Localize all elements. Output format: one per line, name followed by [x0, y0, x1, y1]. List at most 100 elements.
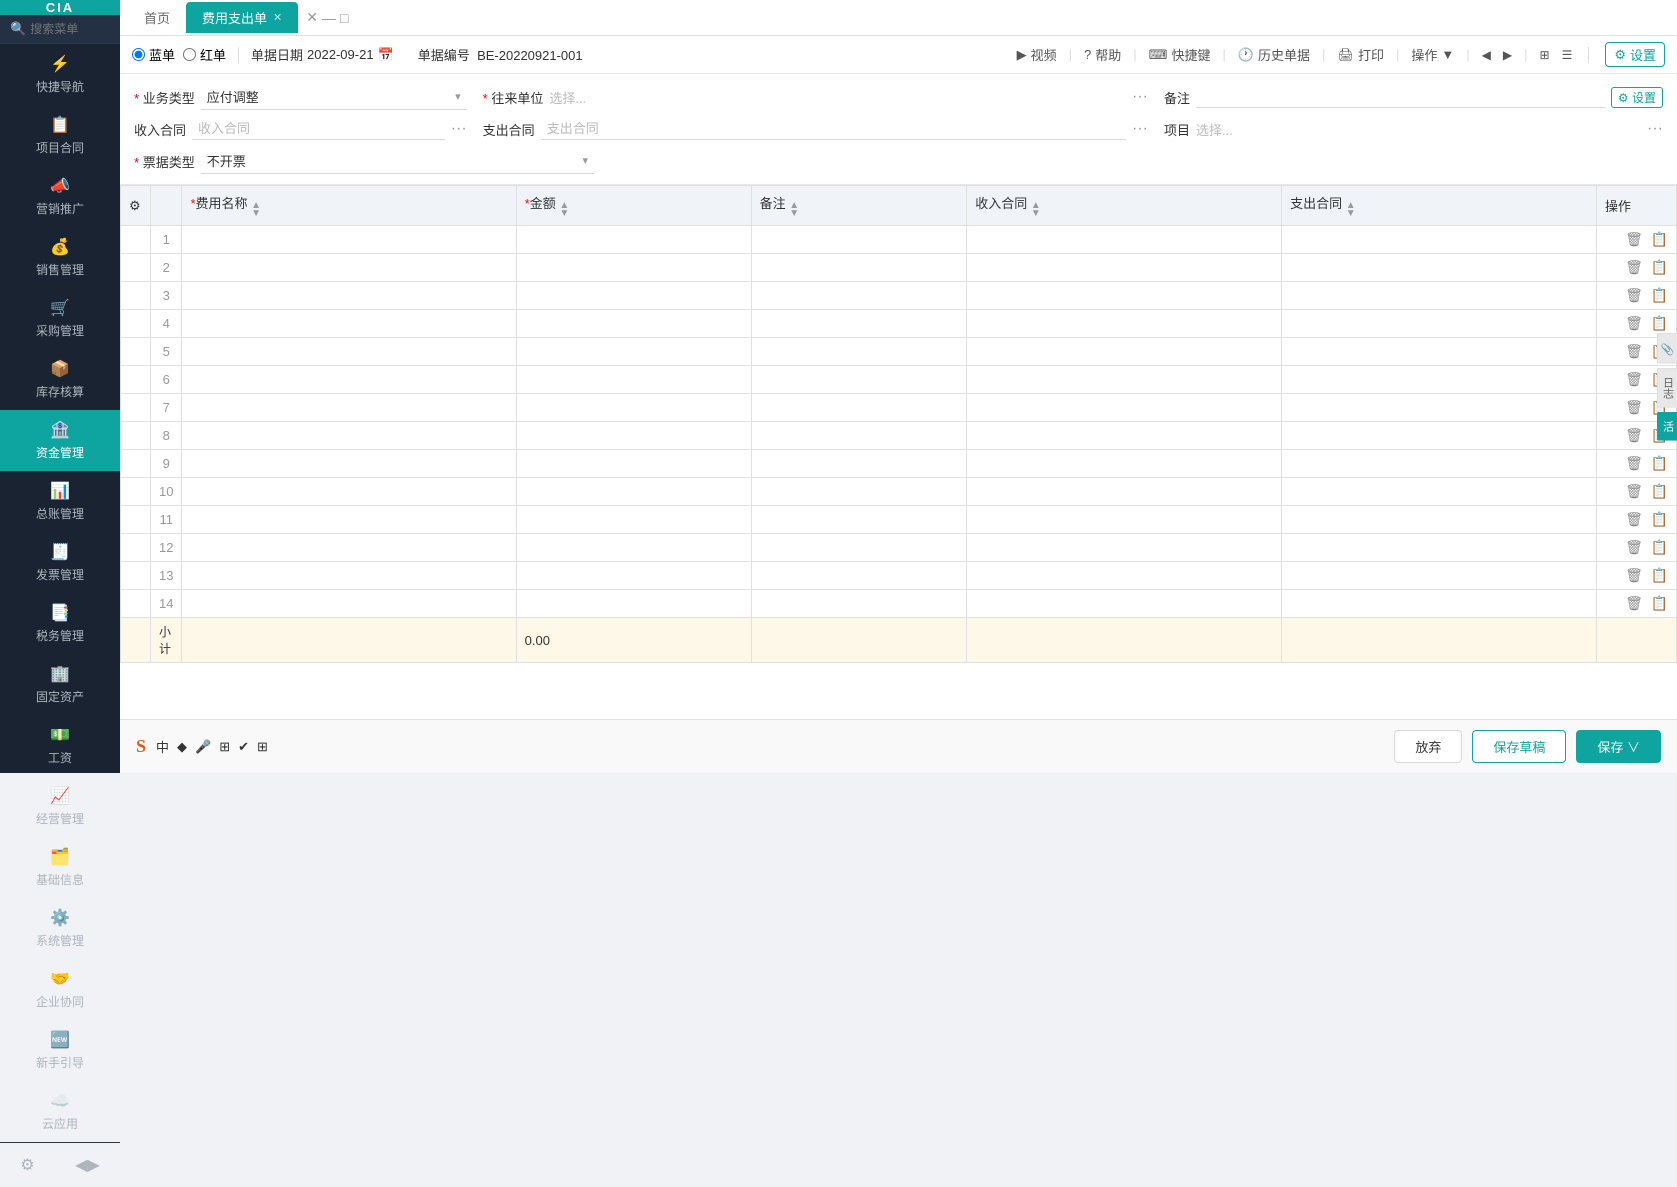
save-draft-button[interactable]: 保存草稿: [1472, 730, 1566, 763]
expense-name-cell[interactable]: [182, 394, 516, 422]
income-contract-cell[interactable]: [967, 394, 1282, 422]
sidebar-search-bar[interactable]: 🔍: [0, 15, 120, 44]
amount-cell[interactable]: [516, 478, 751, 506]
sidebar-item-new-guide[interactable]: 🆕 新手引导: [0, 1020, 120, 1081]
sidebar-item-fixed-assets[interactable]: 🏢 固定资产: [0, 654, 120, 715]
income-contract-cell[interactable]: [967, 366, 1282, 394]
copy-row-icon[interactable]: 📋: [1651, 231, 1668, 247]
expense-name-cell[interactable]: [182, 450, 516, 478]
amount-cell[interactable]: [516, 338, 751, 366]
business-type-select[interactable]: 应付调整 ▾: [201, 84, 467, 110]
expense-contract-cell[interactable]: [1282, 254, 1597, 282]
col-gear[interactable]: ⚙: [121, 186, 151, 226]
income-contract-cell[interactable]: [967, 282, 1282, 310]
expense-name-cell[interactable]: [182, 366, 516, 394]
tab-home[interactable]: 首页: [128, 2, 186, 33]
notes-cell[interactable]: [751, 394, 967, 422]
delete-row-icon[interactable]: 🗑: [1625, 595, 1643, 611]
chevron-down-icon[interactable]: ▾: [455, 90, 461, 103]
expense-name-cell[interactable]: [182, 562, 516, 590]
sidebar-item-enterprise[interactable]: 🤝 企业协同: [0, 959, 120, 1020]
expense-contract-cell[interactable]: [1282, 534, 1597, 562]
delete-row-icon[interactable]: 🗑: [1625, 455, 1643, 471]
notes-cell[interactable]: [751, 562, 967, 590]
nav-next-btn[interactable]: ▶: [1503, 48, 1512, 62]
sidebar-item-invoice-mgmt[interactable]: 🧾 发票管理: [0, 532, 120, 593]
amount-cell[interactable]: [516, 506, 751, 534]
settings-btn[interactable]: ⚙ 设置: [1605, 42, 1665, 67]
expense-contract-more-btn[interactable]: ···: [1132, 120, 1148, 138]
tab-minimize-btn[interactable]: —: [322, 10, 336, 26]
edge-tab-log[interactable]: 日志: [1657, 368, 1677, 408]
amount-cell[interactable]: [516, 226, 751, 254]
income-contract-cell[interactable]: [967, 590, 1282, 618]
income-contract-cell[interactable]: [967, 534, 1282, 562]
amount-cell[interactable]: [516, 394, 751, 422]
counterpart-more-btn[interactable]: ···: [1132, 88, 1148, 106]
invoice-type-chevron-icon[interactable]: ▾: [582, 154, 588, 167]
expense-contract-cell[interactable]: [1282, 506, 1597, 534]
income-contract-cell[interactable]: [967, 226, 1282, 254]
red-radio-label[interactable]: 红单: [183, 45, 226, 64]
income-contract-cell[interactable]: [967, 506, 1282, 534]
expense-name-cell[interactable]: [182, 226, 516, 254]
delete-row-icon[interactable]: 🗑: [1625, 539, 1643, 555]
shortcut-btn[interactable]: ⌨ 快捷键: [1149, 45, 1211, 64]
copy-row-icon[interactable]: 📋: [1651, 567, 1668, 583]
delete-row-icon[interactable]: 🗑: [1625, 511, 1643, 527]
notes-cell[interactable]: [751, 506, 967, 534]
notes-cell[interactable]: [751, 450, 967, 478]
copy-row-icon[interactable]: 📋: [1651, 595, 1668, 611]
delete-row-icon[interactable]: 🗑: [1625, 315, 1643, 331]
copy-row-icon[interactable]: 📋: [1651, 511, 1668, 527]
expense-contract-cell[interactable]: [1282, 394, 1597, 422]
amount-cell[interactable]: [516, 282, 751, 310]
nav-prev-btn[interactable]: ◀: [1482, 48, 1491, 62]
project-more-btn[interactable]: ···: [1647, 120, 1663, 138]
blue-radio-label[interactable]: 蓝单: [132, 45, 175, 64]
notes-cell[interactable]: [751, 310, 967, 338]
sidebar-item-sales-mgmt[interactable]: 💰 销售管理: [0, 227, 120, 288]
amount-cell[interactable]: [516, 562, 751, 590]
notes-cell[interactable]: [751, 590, 967, 618]
notes-cell[interactable]: [751, 254, 967, 282]
sidebar-item-sys-mgmt[interactable]: ⚙️ 系统管理: [0, 898, 120, 959]
sidebar-item-quick-nav[interactable]: ⚡ 快捷导航: [0, 44, 120, 105]
expense-contract-input[interactable]: [541, 118, 1126, 140]
amount-cell[interactable]: [516, 450, 751, 478]
list-view-btn[interactable]: ☰: [1562, 48, 1573, 62]
sidebar-item-accounting[interactable]: 📊 总账管理: [0, 471, 120, 532]
expense-name-cell[interactable]: [182, 478, 516, 506]
volume-icon[interactable]: ◀▶: [67, 1151, 108, 1179]
income-contract-cell[interactable]: [967, 422, 1282, 450]
notes-cell[interactable]: [751, 422, 967, 450]
edge-tab-active[interactable]: 活: [1657, 412, 1677, 441]
invoice-type-select[interactable]: 不开票 ▾: [201, 148, 594, 174]
expense-contract-cell[interactable]: [1282, 310, 1597, 338]
notes-cell[interactable]: [751, 282, 967, 310]
expense-name-cell[interactable]: [182, 310, 516, 338]
copy-row-icon[interactable]: 📋: [1651, 315, 1668, 331]
expense-name-cell[interactable]: [182, 338, 516, 366]
expense-contract-cell[interactable]: [1282, 450, 1597, 478]
income-contract-input[interactable]: [192, 118, 445, 140]
delete-row-icon[interactable]: 🗑: [1625, 427, 1643, 443]
expense-name-cell[interactable]: [182, 506, 516, 534]
video-btn[interactable]: ▶ 视频: [1017, 45, 1057, 64]
sidebar-item-tax-mgmt[interactable]: 📑 税务管理: [0, 593, 120, 654]
income-contract-cell[interactable]: [967, 450, 1282, 478]
amount-cell[interactable]: [516, 366, 751, 394]
sidebar-item-salary[interactable]: 💵 工资: [0, 715, 120, 776]
red-radio[interactable]: [183, 48, 196, 61]
delete-row-icon[interactable]: 🗑: [1625, 567, 1643, 583]
notes-cell[interactable]: [751, 534, 967, 562]
delete-row-icon[interactable]: 🗑: [1625, 399, 1643, 415]
expense-name-cell[interactable]: [182, 282, 516, 310]
expense-name-cell[interactable]: [182, 534, 516, 562]
sort-expense-contract-icon[interactable]: ▲▼: [1346, 202, 1356, 218]
income-contract-cell[interactable]: [967, 254, 1282, 282]
discard-button[interactable]: 放弃: [1394, 730, 1462, 763]
notes-cell[interactable]: [751, 338, 967, 366]
notes-cell[interactable]: [751, 478, 967, 506]
income-contract-more-btn[interactable]: ···: [451, 120, 467, 138]
